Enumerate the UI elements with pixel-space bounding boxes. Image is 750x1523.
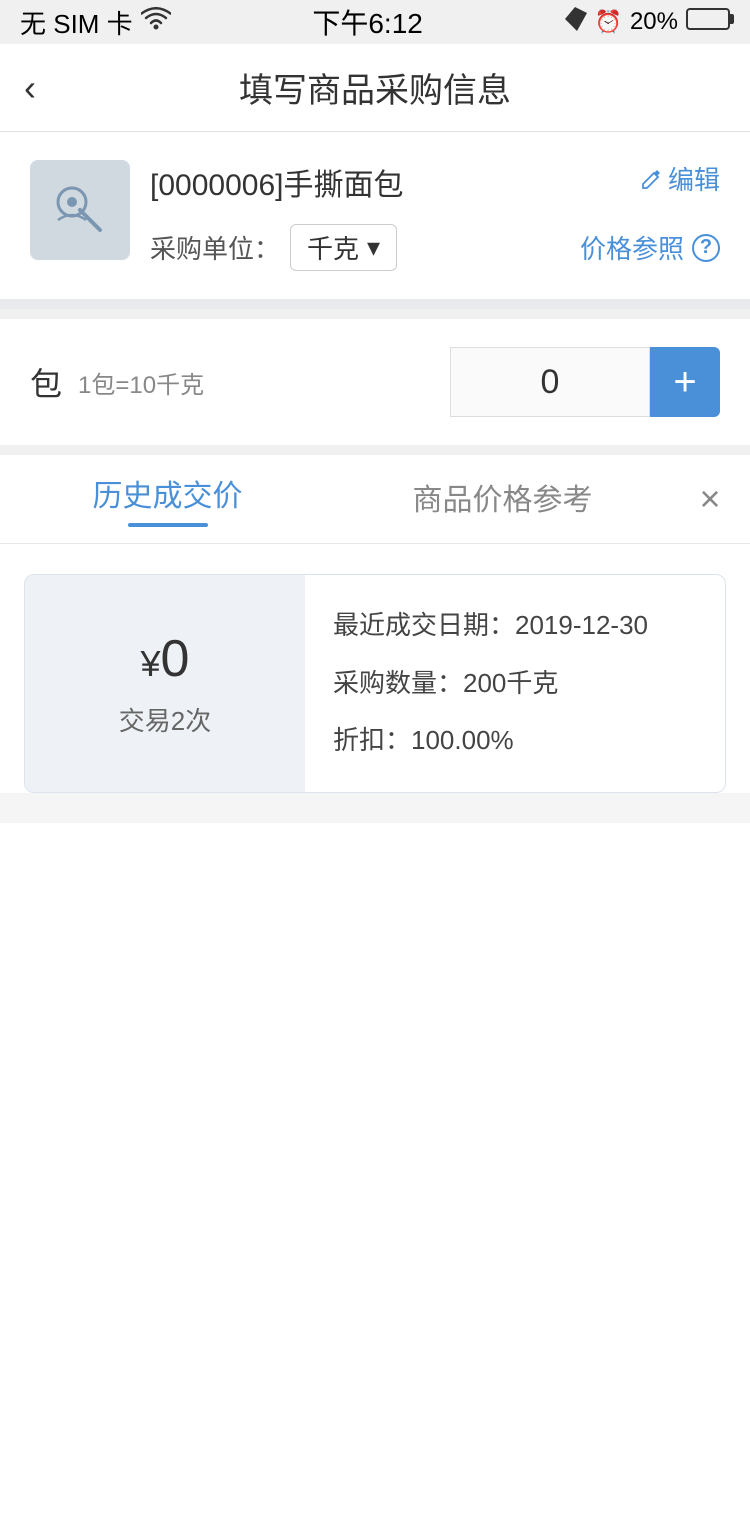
section-divider — [0, 299, 750, 309]
tabs-row: 历史成交价 商品价格参考 × — [0, 455, 750, 544]
quantity-unit-hint: 1包=10千克 — [78, 365, 204, 400]
battery-percent: 20% — [630, 8, 678, 36]
price-card: ¥0 交易2次 最近成交日期：2019-12-30 采购数量：200千克 折扣：… — [24, 574, 726, 793]
unit-selector[interactable]: 千克 ▾ — [290, 224, 397, 271]
sim-text: 无 SIM 卡 — [20, 4, 133, 41]
status-left: 无 SIM 卡 — [20, 4, 171, 41]
location-icon — [565, 7, 587, 37]
quantity-input-area: + — [450, 347, 720, 417]
status-right: ⏰ 20% — [565, 7, 730, 37]
info-icon: ? — [692, 234, 720, 262]
product-thumbnail — [30, 160, 130, 260]
tab-underline — [128, 523, 208, 527]
unit-label: 采购单位： 千克 ▾ — [150, 224, 397, 271]
back-button[interactable]: ‹ — [24, 67, 36, 109]
price-transaction-count: 交易2次 — [119, 701, 211, 738]
price-recent-date: 最近成交日期：2019-12-30 — [333, 605, 697, 647]
quantity-plus-button[interactable]: + — [650, 347, 720, 417]
dropdown-arrow-icon: ▾ — [367, 232, 380, 263]
quantity-section: 包 1包=10千克 + — [0, 309, 750, 445]
page-title: 填写商品采购信息 — [239, 63, 511, 112]
product-card: [0000006]手撕面包 编辑 采购单位： 千克 ▾ 价格参照 ? — [0, 132, 750, 299]
quantity-label: 包 1包=10千克 — [30, 359, 204, 405]
quantity-input[interactable] — [450, 347, 650, 417]
price-reference-button[interactable]: 价格参照 ? — [580, 229, 720, 266]
alarm-icon: ⏰ — [595, 9, 622, 35]
price-discount: 折扣：100.00% — [333, 720, 697, 762]
product-details: [0000006]手撕面包 编辑 采购单位： 千克 ▾ 价格参照 ? — [150, 160, 720, 271]
edit-button[interactable]: 编辑 — [640, 160, 720, 197]
price-card-left: ¥0 交易2次 — [25, 575, 305, 792]
price-card-right: 最近成交日期：2019-12-30 采购数量：200千克 折扣：100.00% — [305, 575, 725, 792]
tab-price-reference[interactable]: 商品价格参考 — [335, 455, 670, 543]
wifi-icon — [141, 7, 171, 38]
battery-icon — [686, 8, 730, 37]
product-name: [0000006]手撕面包 — [150, 160, 403, 204]
bottom-panel: 历史成交价 商品价格参考 × ¥0 交易2次 最近成交日期：2019-12-30… — [0, 445, 750, 793]
price-amount: ¥0 — [141, 629, 190, 689]
nav-header: ‹ 填写商品采购信息 — [0, 44, 750, 132]
tab-close-button[interactable]: × — [670, 455, 750, 543]
content-area — [0, 823, 750, 1523]
tab-history-price[interactable]: 历史成交价 — [0, 455, 335, 543]
price-quantity: 采购数量：200千克 — [333, 663, 697, 705]
status-bar: 无 SIM 卡 下午6:12 ⏰ 20% — [0, 0, 750, 44]
status-time: 下午6:12 — [312, 2, 423, 42]
